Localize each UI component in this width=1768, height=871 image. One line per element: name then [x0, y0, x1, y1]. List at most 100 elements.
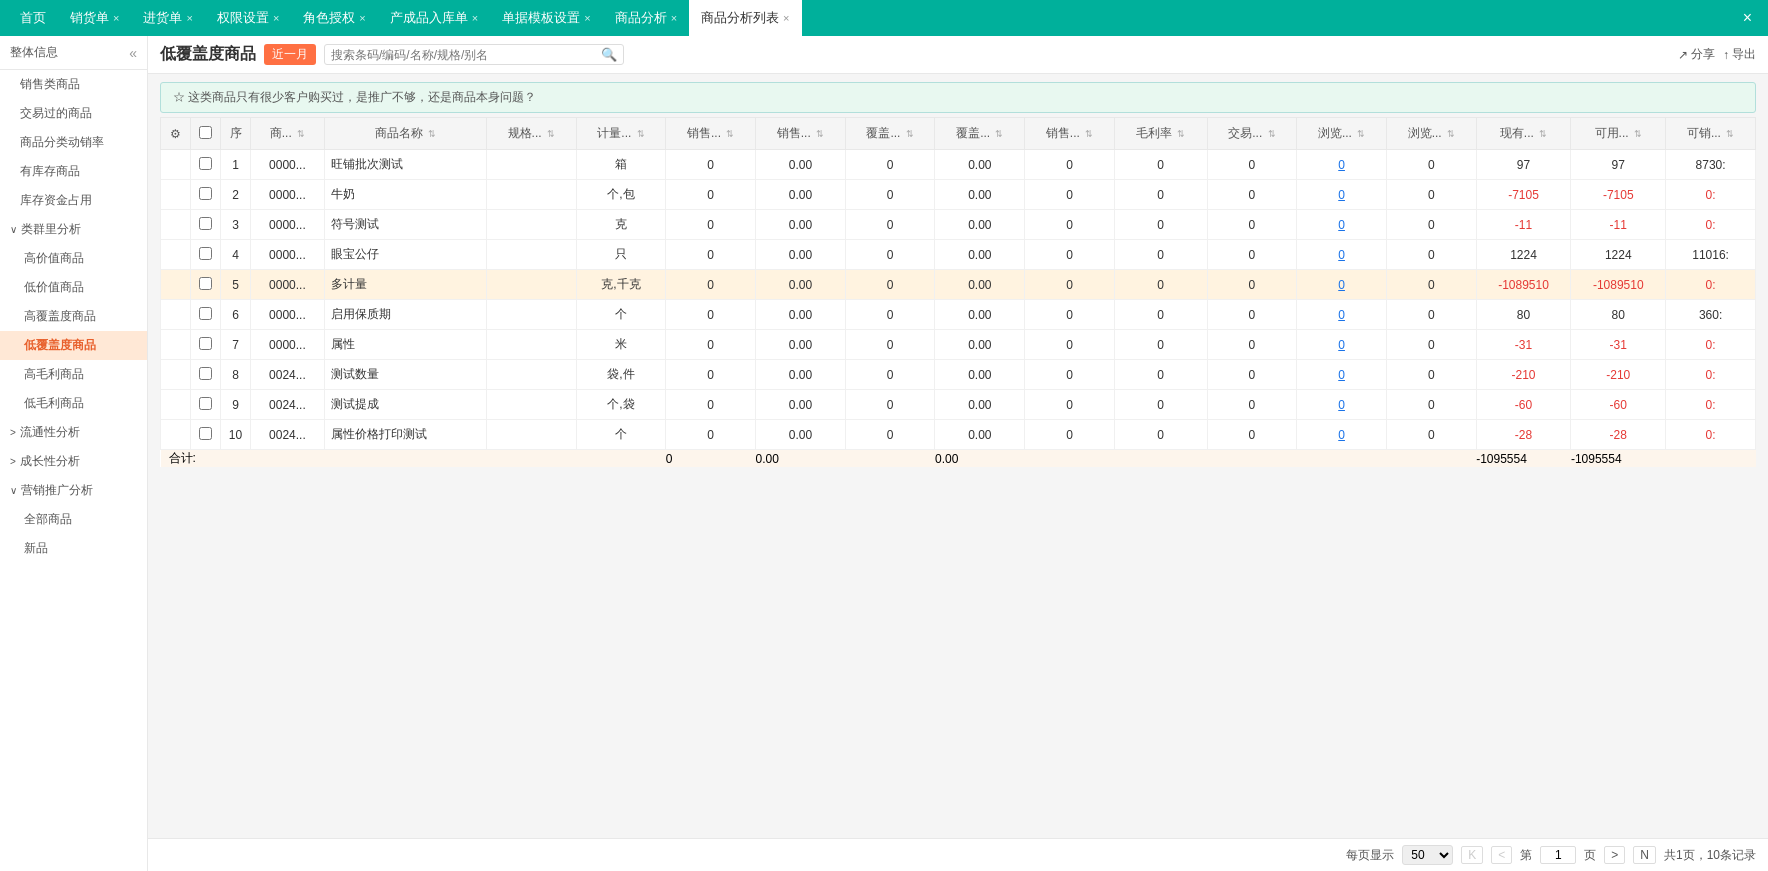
sidebar-item-high-value[interactable]: 高价值商品	[0, 244, 147, 273]
expand-icon: ∨	[10, 224, 17, 235]
column-browse2[interactable]: 浏览... ⇅	[1386, 118, 1476, 150]
close-icon[interactable]: ×	[472, 12, 478, 24]
column-name[interactable]: 商品名称 ⇅	[324, 118, 486, 150]
row-browse1[interactable]: 0	[1297, 270, 1387, 300]
column-coverage1[interactable]: 覆盖... ⇅	[845, 118, 935, 150]
column-gross-rate[interactable]: 毛利率 ⇅	[1114, 118, 1207, 150]
sidebar-item-new-goods[interactable]: 新品	[0, 534, 147, 563]
nav-goods-analysis-list[interactable]: 商品分析列表 ×	[689, 0, 801, 36]
date-filter-button[interactable]: 近一月	[264, 44, 316, 65]
row-code: 0000...	[251, 270, 325, 300]
row-browse1[interactable]: 0	[1297, 180, 1387, 210]
sidebar-item-low-margin[interactable]: 低毛利商品	[0, 389, 147, 418]
row-browse1[interactable]: 0	[1297, 330, 1387, 360]
sidebar-item-high-coverage[interactable]: 高覆盖度商品	[0, 302, 147, 331]
row-sales-amount: 0.00	[756, 360, 846, 390]
sidebar-section-cluster[interactable]: ∨ 类群里分析	[0, 215, 147, 244]
close-icon[interactable]: ×	[186, 12, 192, 24]
close-icon[interactable]: ×	[584, 12, 590, 24]
row-select-checkbox[interactable]	[199, 247, 212, 260]
total-sales-count: 0	[666, 450, 756, 468]
sidebar-section-liquidity[interactable]: > 流通性分析	[0, 418, 147, 447]
sidebar-section-growth[interactable]: > 成长性分析	[0, 447, 147, 476]
nav-home[interactable]: 首页	[8, 0, 58, 36]
last-page-button[interactable]: N	[1633, 846, 1656, 864]
sidebar-item-high-margin[interactable]: 高毛利商品	[0, 360, 147, 389]
sidebar-item-low-coverage[interactable]: 低覆盖度商品	[0, 331, 147, 360]
column-coverage2[interactable]: 覆盖... ⇅	[935, 118, 1025, 150]
row-browse1[interactable]: 0	[1297, 240, 1387, 270]
first-page-button[interactable]: K	[1461, 846, 1483, 864]
row-select-checkbox[interactable]	[199, 367, 212, 380]
row-browse1[interactable]: 0	[1297, 150, 1387, 180]
column-sales-x[interactable]: 销售... ⇅	[1025, 118, 1115, 150]
sidebar-section-marketing[interactable]: ∨ 营销推广分析	[0, 476, 147, 505]
prev-page-button[interactable]: <	[1491, 846, 1512, 864]
export-button[interactable]: ↑ 导出	[1723, 46, 1756, 63]
row-select-checkbox[interactable]	[199, 187, 212, 200]
sidebar-collapse-button[interactable]: «	[129, 45, 137, 61]
row-browse1[interactable]: 0	[1297, 390, 1387, 420]
column-available[interactable]: 可用... ⇅	[1571, 118, 1666, 150]
row-sales-count: 0	[666, 360, 756, 390]
nav-template-settings[interactable]: 单据模板设置 ×	[490, 0, 602, 36]
row-select-checkbox[interactable]	[199, 337, 212, 350]
column-settings[interactable]: ⚙	[161, 118, 191, 150]
sidebar-item-low-value[interactable]: 低价值商品	[0, 273, 147, 302]
sidebar-item-category-rate[interactable]: 商品分类动销率	[0, 128, 147, 157]
column-code[interactable]: 商... ⇅	[251, 118, 325, 150]
top-nav: 首页 销货单 × 进货单 × 权限设置 × 角色授权 × 产成品入库单 × 单据…	[0, 0, 1768, 36]
search-icon[interactable]: 🔍	[601, 47, 617, 62]
nav-goods-analysis[interactable]: 商品分析 ×	[603, 0, 689, 36]
column-saleable[interactable]: 可销... ⇅	[1666, 118, 1756, 150]
search-input[interactable]	[331, 48, 601, 62]
row-select-checkbox[interactable]	[199, 397, 212, 410]
share-button[interactable]: ↗ 分享	[1678, 46, 1715, 63]
row-select-checkbox[interactable]	[199, 157, 212, 170]
window-close-button[interactable]: ×	[1735, 9, 1760, 27]
sidebar-item-sales-goods[interactable]: 销售类商品	[0, 70, 147, 99]
row-coverage1: 0	[845, 210, 935, 240]
column-spec[interactable]: 规格... ⇅	[486, 118, 576, 150]
row-browse1[interactable]: 0	[1297, 360, 1387, 390]
close-icon[interactable]: ×	[671, 12, 677, 24]
sidebar-item-all-goods[interactable]: 全部商品	[0, 505, 147, 534]
sidebar-item-stock-capital[interactable]: 库存资金占用	[0, 186, 147, 215]
row-sales-count: 0	[666, 300, 756, 330]
row-select-checkbox[interactable]	[199, 307, 212, 320]
close-icon[interactable]: ×	[783, 12, 789, 24]
total-empty3	[324, 450, 486, 468]
sidebar-item-traded-goods[interactable]: 交易过的商品	[0, 99, 147, 128]
row-browse1[interactable]: 0	[1297, 210, 1387, 240]
column-unit[interactable]: 计量... ⇅	[576, 118, 666, 150]
page-number-input[interactable]	[1540, 846, 1576, 864]
nav-permission-settings[interactable]: 权限设置 ×	[205, 0, 291, 36]
nav-role-auth[interactable]: 角色授权 ×	[291, 0, 377, 36]
row-browse1[interactable]: 0	[1297, 420, 1387, 450]
nav-purchase-order[interactable]: 进货单 ×	[131, 0, 204, 36]
close-icon[interactable]: ×	[113, 12, 119, 24]
row-coverage1: 0	[845, 300, 935, 330]
next-page-button[interactable]: >	[1604, 846, 1625, 864]
sidebar-item-stock-goods[interactable]: 有库存商品	[0, 157, 147, 186]
column-browse1[interactable]: 浏览... ⇅	[1297, 118, 1387, 150]
row-sales-count: 0	[666, 270, 756, 300]
column-sales-amount[interactable]: 销售... ⇅	[756, 118, 846, 150]
close-icon[interactable]: ×	[273, 12, 279, 24]
row-coverage2: 0.00	[935, 300, 1025, 330]
row-select-checkbox[interactable]	[199, 427, 212, 440]
row-select-checkbox[interactable]	[199, 277, 212, 290]
row-browse1[interactable]: 0	[1297, 300, 1387, 330]
data-table: ⚙ 序 商... ⇅ 商品名称 ⇅ 规格... ⇅ 计量... ⇅ 销售... …	[160, 117, 1756, 467]
column-current[interactable]: 现有... ⇅	[1476, 118, 1571, 150]
page-size-select[interactable]: 50 20 100	[1402, 845, 1453, 865]
close-icon[interactable]: ×	[359, 12, 365, 24]
column-sales-count[interactable]: 销售... ⇅	[666, 118, 756, 150]
select-all-checkbox[interactable]	[199, 126, 212, 139]
row-available: -31	[1571, 330, 1666, 360]
column-transaction[interactable]: 交易... ⇅	[1207, 118, 1297, 150]
nav-product-entry[interactable]: 产成品入库单 ×	[378, 0, 490, 36]
table-row: 5 0000... 多计量 克,千克 0 0.00 0 0.00 0 0 0 0…	[161, 270, 1756, 300]
row-select-checkbox[interactable]	[199, 217, 212, 230]
nav-sales-order[interactable]: 销货单 ×	[58, 0, 131, 36]
